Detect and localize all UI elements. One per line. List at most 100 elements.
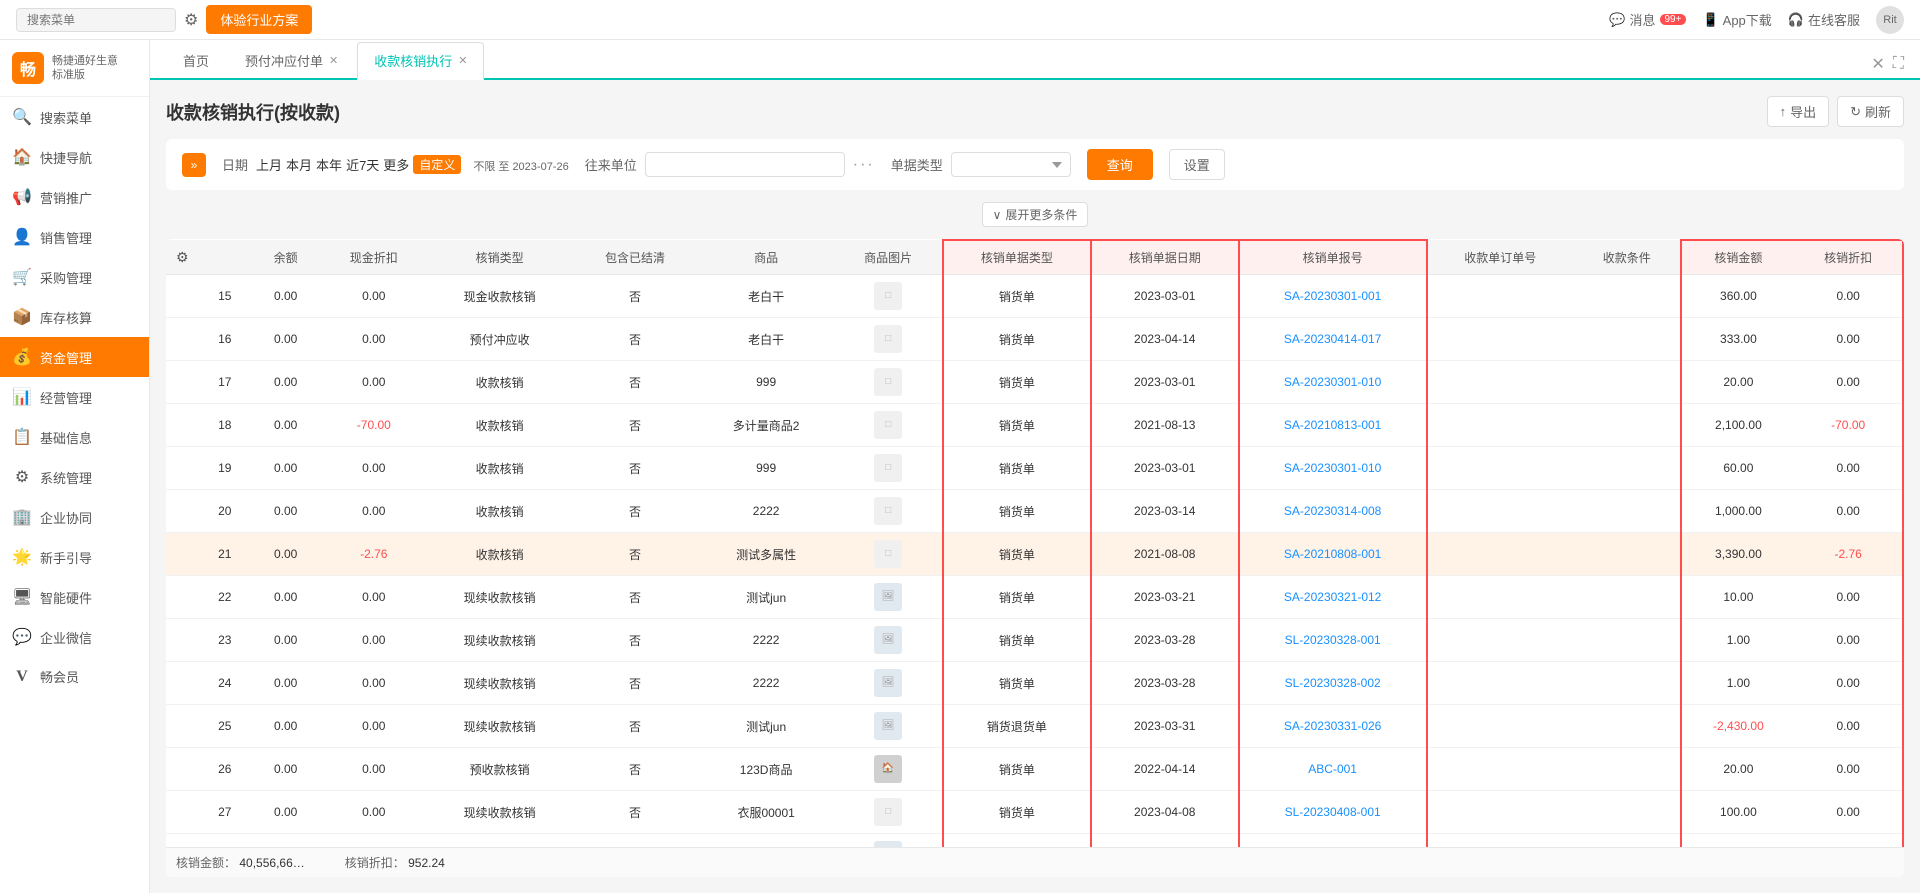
industry-solution-btn[interactable]: 体验行业方案 <box>206 5 312 34</box>
cell-goods: 测试jun <box>698 705 834 748</box>
col-settled: 包含已结清 <box>572 240 698 275</box>
tab-close-icon[interactable]: ✕ <box>1871 54 1884 74</box>
cell-cancel-type: 现续收款核销 <box>427 576 572 619</box>
sidebar-item-finance[interactable]: 💰 资金管理 <box>0 337 149 377</box>
cell-cancel-discount: 0.00 <box>1794 662 1903 705</box>
sidebar-item-base[interactable]: 📋 基础信息 <box>0 417 149 457</box>
cell-cash-discount: -70.00 <box>320 404 427 447</box>
cell-bill-report-no[interactable]: SA-20230301-010 <box>1239 361 1427 404</box>
cell-receipt-condition <box>1573 447 1682 490</box>
cell-seq: 24 <box>199 662 251 705</box>
table-scroll[interactable]: ⚙ 余额 现金折扣 核销类型 包含已结清 商品 商品图片 核销单据类型 核销 <box>166 239 1904 847</box>
tab-maximize-icon[interactable]: ⛶ <box>1893 55 1904 73</box>
purchase-icon: 🛒 <box>12 267 32 287</box>
top-search-input[interactable] <box>16 8 176 32</box>
tab-receipt-close[interactable]: ✕ <box>458 54 467 67</box>
footer-cancel-discount: 核销折扣： 952.24 <box>345 854 445 871</box>
sidebar-item-search[interactable]: 🔍 搜索菜单 <box>0 97 149 137</box>
date-custom-btn[interactable]: 自定义 <box>413 155 461 174</box>
bill-type-select[interactable]: 销货单 销货退货单 <box>951 152 1071 177</box>
page-actions: ↑ 导出 ↻ 刷新 <box>1767 96 1904 127</box>
tab-advance[interactable]: 预付冲应付单 ✕ <box>228 42 355 78</box>
cell-cancel-type: 收款核销 <box>427 490 572 533</box>
cell-bill-report-no[interactable]: SA-20230314-008 <box>1239 490 1427 533</box>
sidebar-label-quicknav: 快捷导航 <box>40 148 92 167</box>
cell-bill-report-type: 销货退货单 <box>943 705 1091 748</box>
cell-bill-report-no[interactable]: SL-20230328-002 <box>1239 662 1427 705</box>
refresh-icon: ↻ <box>1850 104 1861 120</box>
sidebar-item-purchase[interactable]: 🛒 采购管理 <box>0 257 149 297</box>
cell-settled: 否 <box>572 705 698 748</box>
tab-home[interactable]: 首页 <box>166 42 226 78</box>
cell-bill-report-no[interactable]: SA-20230414-017 <box>1239 318 1427 361</box>
sidebar-item-hardware[interactable]: 🖥 智能硬件 <box>0 577 149 617</box>
col-settings[interactable]: ⚙ <box>166 240 199 275</box>
cell-bill-report-no[interactable]: SA-20230301-001 <box>1239 275 1427 318</box>
refresh-btn[interactable]: ↻ 刷新 <box>1837 96 1904 127</box>
cell-bill-report-type: 销货单 <box>943 748 1091 791</box>
cell-bill-report-no[interactable]: SA-20210808-001 <box>1239 533 1427 576</box>
cell-gear <box>166 404 199 447</box>
cell-goods: 999 <box>698 361 834 404</box>
sidebar-item-guide[interactable]: 🌟 新手引导 <box>0 537 149 577</box>
cell-balance: 0.00 <box>251 275 320 318</box>
date-btn-this-month[interactable]: 本月 <box>286 155 312 174</box>
expand-conditions-btn[interactable]: ∨ 展开更多条件 <box>982 202 1089 227</box>
cell-seq: 20 <box>199 490 251 533</box>
sidebar-item-quicknav[interactable]: 🏠 快捷导航 <box>0 137 149 177</box>
tab-receipt[interactable]: 收款核销执行 ✕ <box>357 42 484 80</box>
cell-goods-img: 🏠 <box>834 748 943 791</box>
sidebar-label-member: 畅会员 <box>40 667 79 686</box>
tab-home-label: 首页 <box>183 51 209 70</box>
app-download-btn[interactable]: 📱 App下载 <box>1702 10 1771 29</box>
cell-bill-report-no[interactable]: SA-20230321-012 <box>1239 576 1427 619</box>
cell-gear <box>166 791 199 834</box>
sidebar-item-operation[interactable]: 📊 经营管理 <box>0 377 149 417</box>
sidebar-item-company[interactable]: 🏢 企业协同 <box>0 497 149 537</box>
date-btn-more[interactable]: 更多 <box>383 155 409 174</box>
date-btn-this-year[interactable]: 本年 <box>316 155 342 174</box>
sidebar-item-inventory[interactable]: 📦 库存核算 <box>0 297 149 337</box>
cell-seq: 23 <box>199 619 251 662</box>
cell-cancel-discount: 0.00 <box>1794 318 1903 361</box>
cell-bill-report-no[interactable]: SA-20230331-026 <box>1239 705 1427 748</box>
settings-gear-icon[interactable]: ⚙ <box>184 10 198 30</box>
tab-advance-close[interactable]: ✕ <box>329 54 338 67</box>
cell-bill-report-no[interactable]: SL-20230328-001 <box>1239 619 1427 662</box>
cell-gear <box>166 361 199 404</box>
cell-bill-report-date: 2023-03-28 <box>1091 619 1239 662</box>
sidebar-item-wechat[interactable]: 💬 企业微信 <box>0 617 149 657</box>
message-btn[interactable]: 💬 消息 99+ <box>1609 10 1686 29</box>
cell-cash-discount: 0.00 <box>320 361 427 404</box>
cell-goods: 2222 <box>698 490 834 533</box>
sidebar-item-sales[interactable]: 👤 销售管理 <box>0 217 149 257</box>
cell-bill-report-no[interactable]: SL-20230418-001 <box>1239 834 1427 848</box>
sidebar-label-company: 企业协同 <box>40 508 92 527</box>
sidebar-item-system[interactable]: ⚙ 系统管理 <box>0 457 149 497</box>
sidebar-item-marketing[interactable]: 📢 营销推广 <box>0 177 149 217</box>
cell-bill-report-no[interactable]: ABC-001 <box>1239 748 1427 791</box>
settings-btn[interactable]: 设置 <box>1169 149 1225 180</box>
cell-bill-report-no[interactable]: SA-20210813-001 <box>1239 404 1427 447</box>
date-btn-7days[interactable]: 近7天 <box>346 155 379 174</box>
cell-balance: 0.00 <box>251 576 320 619</box>
online-service-btn[interactable]: 🎧 在线客服 <box>1788 10 1860 29</box>
column-settings-icon[interactable]: ⚙ <box>176 249 189 265</box>
user-avatar[interactable]: Rit <box>1876 6 1904 34</box>
company-icon: 🏢 <box>12 507 32 527</box>
date-btn-last-month[interactable]: 上月 <box>256 155 282 174</box>
cell-cancel-amount: 20.00 <box>1681 361 1794 404</box>
partner-input[interactable] <box>645 152 845 177</box>
partner-dots[interactable]: ··· <box>853 156 875 174</box>
query-btn[interactable]: 查询 <box>1087 149 1153 180</box>
message-icon: 💬 <box>1609 12 1625 28</box>
export-btn[interactable]: ↑ 导出 <box>1767 96 1830 127</box>
cell-settled: 否 <box>572 275 698 318</box>
cell-bill-report-no[interactable]: SL-20230408-001 <box>1239 791 1427 834</box>
cell-bill-report-no[interactable]: SA-20230301-010 <box>1239 447 1427 490</box>
filter-expand-arrow[interactable]: » <box>182 153 206 177</box>
sidebar-item-member[interactable]: V 畅会员 <box>0 657 149 696</box>
cell-settled: 否 <box>572 834 698 848</box>
cell-cancel-discount: 0.00 <box>1794 791 1903 834</box>
cell-cancel-type: 收款核销 <box>427 533 572 576</box>
